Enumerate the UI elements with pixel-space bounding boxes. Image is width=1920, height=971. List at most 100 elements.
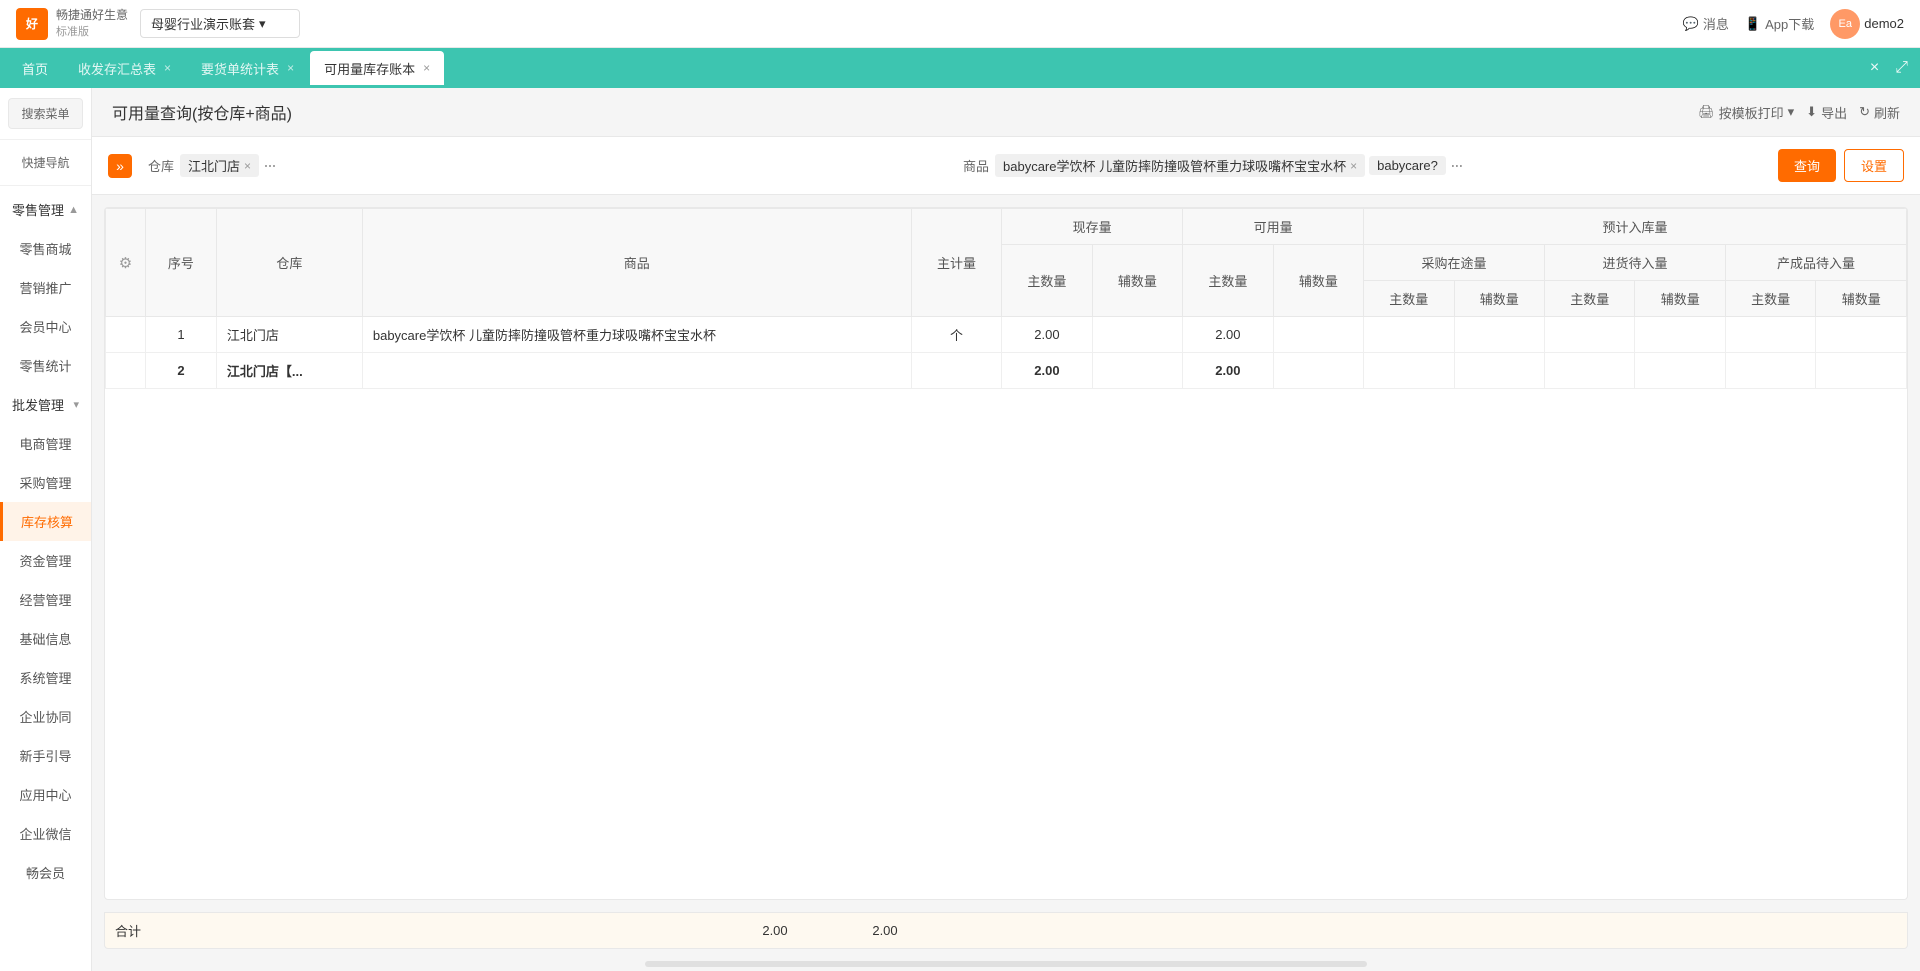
- top-bar: 好 畅捷通好生意 标准版 母婴行业演示账套 ▾ 💬 消息 📱 App下载 Ea …: [0, 0, 1920, 48]
- cell-purchase-main-2: [1364, 353, 1454, 389]
- filter-warehouse-group: 仓库 江北门店 × ···: [148, 154, 947, 177]
- top-bar-left: 好 畅捷通好生意 标准版 母婴行业演示账套 ▾: [16, 8, 300, 40]
- sidebar-item-finance[interactable]: 资金管理: [0, 541, 91, 580]
- user-area[interactable]: Ea demo2: [1830, 9, 1904, 39]
- tab-order-stats-close[interactable]: ×: [287, 61, 294, 75]
- tab-receive-summary[interactable]: 收发存汇总表 ×: [64, 51, 185, 85]
- app-download-action[interactable]: 📱 App下载: [1745, 14, 1814, 33]
- sidebar-item-purchase-label: 采购管理: [19, 476, 71, 491]
- sidebar-item-app-center[interactable]: 应用中心: [0, 775, 91, 814]
- cell-seq-2: 2: [146, 353, 217, 389]
- sidebar-item-enterprise[interactable]: 企业协同: [0, 697, 91, 736]
- warehouse-label: 仓库: [148, 156, 174, 175]
- message-action[interactable]: 💬 消息: [1683, 14, 1729, 33]
- tab-fullscreen-btn[interactable]: ⤢: [1891, 57, 1912, 79]
- sidebar-group-retail-label: 零售管理: [12, 200, 64, 219]
- horizontal-scrollbar[interactable]: [645, 961, 1367, 967]
- warehouse-tag-label: 江北门店: [188, 156, 240, 175]
- search-menu-label: 搜索菜单: [21, 107, 69, 121]
- table-footer: 合计 2.00 2.00: [104, 912, 1908, 949]
- th-purchase-aux: 辅数量: [1454, 281, 1544, 317]
- product-tag-close[interactable]: ×: [1350, 159, 1357, 173]
- sidebar-item-newbie[interactable]: 新手引导: [0, 736, 91, 775]
- cell-purchase-main-1: [1364, 317, 1454, 353]
- sidebar-item-finance-label: 资金管理: [19, 554, 71, 569]
- print-chevron-icon: ▾: [1788, 104, 1795, 120]
- sidebar-group-wholesale-label: 批发管理: [12, 395, 64, 414]
- cell-purchase-aux-2: [1454, 353, 1544, 389]
- sidebar-item-system[interactable]: 系统管理: [0, 658, 91, 697]
- sidebar-item-purchase[interactable]: 采购管理: [0, 463, 91, 502]
- cell-arrival-aux-1: [1635, 317, 1725, 353]
- th-seq: 序号: [146, 209, 217, 317]
- product-tag-babycare: babycare学饮杯 儿童防摔防撞吸管杯重力球吸嘴杯宝宝水杯 ×: [995, 154, 1365, 177]
- sidebar-item-member[interactable]: 畅会员: [0, 853, 91, 892]
- tab-close-all-btn[interactable]: ×: [1866, 57, 1883, 79]
- export-label: 导出: [1821, 103, 1847, 122]
- tab-available-stock-close[interactable]: ×: [423, 61, 430, 75]
- warehouse-tag-jiangbei: 江北门店 ×: [180, 154, 259, 177]
- industry-selector[interactable]: 母婴行业演示账套 ▾: [140, 9, 300, 38]
- sidebar-item-newbie-label: 新手引导: [19, 749, 71, 764]
- th-production-pending: 产成品待入量: [1725, 245, 1906, 281]
- sidebar-item-retail-promo[interactable]: 营销推广: [0, 268, 91, 307]
- logo-text: 畅捷通好生意: [56, 8, 128, 24]
- th-forecast-in: 预计入库量: [1364, 209, 1907, 245]
- warehouse-more[interactable]: ···: [263, 155, 275, 176]
- th-purchase-in-transit: 采购在途量: [1364, 245, 1545, 281]
- settings-btn[interactable]: 设置: [1844, 149, 1904, 182]
- product-tags: babycare学饮杯 儿童防摔防撞吸管杯重力球吸嘴杯宝宝水杯 × babyca…: [995, 154, 1762, 177]
- sidebar-item-retail-shop[interactable]: 零售商城: [0, 229, 91, 268]
- tab-home[interactable]: 首页: [8, 51, 62, 85]
- sidebar-item-basics[interactable]: 基础信息: [0, 619, 91, 658]
- sidebar-group-retail: 零售管理 ▲ 零售商城 营销推广 会员中心 零售统计: [0, 190, 91, 385]
- tab-order-stats[interactable]: 要货单统计表 ×: [187, 51, 308, 85]
- sidebar-item-ecommerce[interactable]: 电商管理: [0, 424, 91, 463]
- cell-product-2: [362, 353, 911, 389]
- sidebar-item-wechat[interactable]: 企业微信: [0, 814, 91, 853]
- th-available-main-qty: 主数量: [1183, 245, 1273, 317]
- sidebar-item-retail-stats-label: 零售统计: [19, 359, 71, 374]
- chevron-down-icon: ▾: [73, 398, 79, 411]
- print-template-label: 按模板打印: [1719, 103, 1784, 122]
- tab-receive-summary-close[interactable]: ×: [164, 61, 171, 75]
- avatar: Ea: [1830, 9, 1860, 39]
- cell-current-main-2: 2.00: [1002, 353, 1092, 389]
- th-production-aux: 辅数量: [1816, 281, 1907, 317]
- warehouse-tag-close[interactable]: ×: [244, 159, 251, 173]
- filter-bar: » 仓库 江北门店 × ··· 商品 babycare学饮杯 儿童防摔防撞吸管杯…: [92, 137, 1920, 195]
- gear-icon[interactable]: ⚙: [119, 255, 132, 272]
- filter-expand-btn[interactable]: »: [108, 154, 132, 178]
- quick-nav-button[interactable]: 快捷导航: [4, 148, 87, 177]
- sidebar-group-wholesale-header[interactable]: 批发管理 ▾: [0, 385, 91, 424]
- cell-production-aux-1: [1816, 317, 1907, 353]
- sidebar-item-ecommerce-label: 电商管理: [19, 437, 71, 452]
- refresh-btn[interactable]: ↻ 刷新: [1859, 103, 1900, 122]
- export-icon: ⬇: [1806, 104, 1817, 120]
- table-row: 2 江北门店【... 2.00 2.00: [106, 353, 1907, 389]
- export-btn[interactable]: ⬇ 导出: [1806, 103, 1847, 122]
- cell-avail-main-2: 2.00: [1183, 353, 1273, 389]
- sidebar-item-member-center[interactable]: 会员中心: [0, 307, 91, 346]
- sidebar-item-retail-stats[interactable]: 零售统计: [0, 346, 91, 385]
- search-menu-button[interactable]: 搜索菜单: [8, 98, 83, 129]
- industry-label: 母婴行业演示账套: [151, 14, 255, 33]
- logo-sub: 标准版: [56, 23, 128, 39]
- print-template-btn[interactable]: 🖨 按模板打印 ▾: [1698, 103, 1794, 122]
- th-arrival-main: 主数量: [1545, 281, 1635, 317]
- sidebar-item-stock[interactable]: 库存核算: [0, 502, 91, 541]
- query-btn[interactable]: 查询: [1778, 149, 1836, 182]
- logo-icon: 好: [16, 8, 48, 40]
- sidebar-item-operations[interactable]: 经营管理: [0, 580, 91, 619]
- top-bar-right: 💬 消息 📱 App下载 Ea demo2: [1683, 9, 1904, 39]
- cell-seq-1: 1: [146, 317, 217, 353]
- sidebar-group-retail-header[interactable]: 零售管理 ▲: [0, 190, 91, 229]
- page-title: 可用量查询(按仓库+商品): [112, 100, 292, 124]
- app-icon: 📱: [1745, 16, 1761, 32]
- cell-purchase-aux-1: [1454, 317, 1544, 353]
- cell-unit-2: [911, 353, 1001, 389]
- chevron-up-icon: ▲: [68, 204, 79, 216]
- product-more[interactable]: ···: [1450, 155, 1462, 176]
- tab-available-stock[interactable]: 可用量库存账本 ×: [310, 51, 444, 85]
- sidebar-item-member-label: 畅会员: [26, 866, 65, 881]
